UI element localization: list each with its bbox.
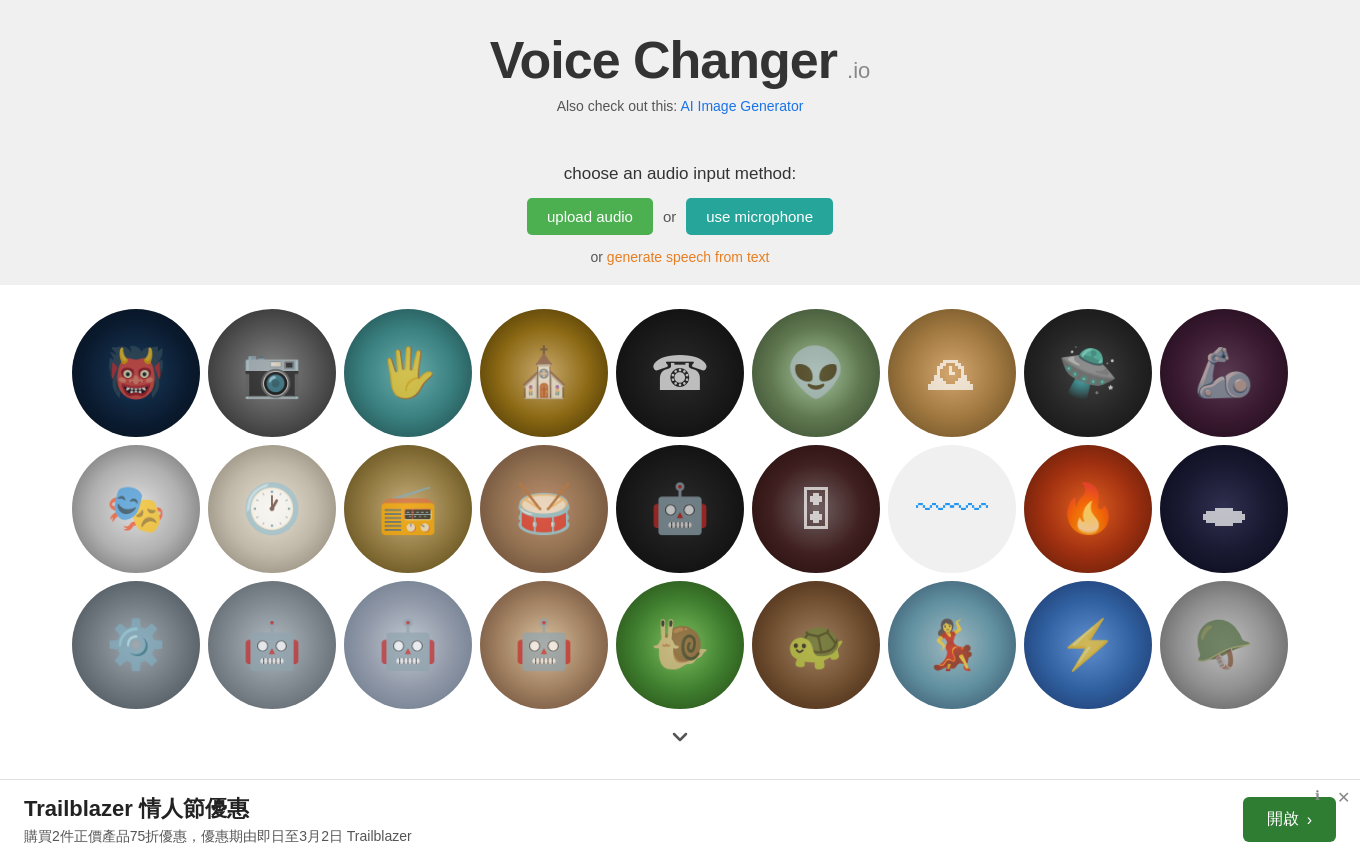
dark-alien-icon: 🛸 xyxy=(1024,309,1152,437)
voice-grid: 👹 📷 🖐 ⛪ ☎ 👽 🕰 🛸 🦾 🎭 🕐 📻 🥁 🤖 🎛 〰〰 🔥 🕳 ⚙️ … xyxy=(0,285,1360,785)
voice-circle-dark-alien[interactable]: 🛸 xyxy=(1024,309,1152,437)
cathedral-icon: ⛪ xyxy=(480,309,608,437)
or-text-1: or xyxy=(663,208,676,225)
small-robot-icon: ⚙️ xyxy=(72,581,200,709)
robot2-icon: 🤖 xyxy=(208,581,336,709)
voice-circle-dancer[interactable]: 💃 xyxy=(888,581,1016,709)
use-microphone-button[interactable]: use microphone xyxy=(686,198,833,235)
radio-icon: 📻 xyxy=(344,445,472,573)
snail-icon: 🐌 xyxy=(616,581,744,709)
subtitle-text: Also check out this: xyxy=(557,98,678,114)
voice-circle-anonymous[interactable]: 🎭 xyxy=(72,445,200,573)
site-title: Voice Changer xyxy=(490,31,837,89)
voice-circle-color-robot[interactable]: 🤖 xyxy=(480,581,608,709)
dancer-icon: 💃 xyxy=(888,581,1016,709)
voice-circle-snail[interactable]: 🐌 xyxy=(616,581,744,709)
ad-banner: Trailblazer 情人節優惠 購買2件正價產品75折優惠，優惠期由即日至3… xyxy=(0,779,1360,859)
voice-circle-cathedral[interactable]: ⛪ xyxy=(480,309,608,437)
voice-circle-toy-robot[interactable]: 🤖 xyxy=(344,581,472,709)
info-icon: ℹ xyxy=(1315,788,1320,803)
monster-icon: 👹 xyxy=(72,309,200,437)
voice-circle-alien[interactable]: 👽 xyxy=(752,309,880,437)
choose-label: choose an audio input method: xyxy=(20,164,1340,184)
color-robot-icon: 🤖 xyxy=(480,581,608,709)
title-container: Voice Changer .io xyxy=(20,30,1340,90)
voice-circle-monster[interactable]: 👹 xyxy=(72,309,200,437)
wave-icon: 〰〰 xyxy=(888,445,1016,573)
voice-circle-clock[interactable]: 🕐 xyxy=(208,445,336,573)
voice-circle-mixer[interactable]: 🎛 xyxy=(752,445,880,573)
generate-speech-link[interactable]: generate speech from text xyxy=(607,249,770,265)
voice-circle-sonic[interactable]: ⚡ xyxy=(1024,581,1152,709)
toy-robot-icon: 🤖 xyxy=(344,581,472,709)
ad-title: Trailblazer 情人節優惠 xyxy=(24,794,412,824)
subtitle-row: Also check out this: AI Image Generator xyxy=(20,98,1340,114)
close-icon: ✕ xyxy=(1337,789,1350,806)
input-method-section: choose an audio input method: upload aud… xyxy=(0,134,1360,285)
voice-circle-melting-clock[interactable]: 🕰 xyxy=(888,309,1016,437)
fire-eye-icon: 🔥 xyxy=(1024,445,1152,573)
voice-circle-robot-cam[interactable]: 📷 xyxy=(208,309,336,437)
voice-circle-dalek[interactable]: 🤖 xyxy=(616,445,744,573)
cyborg-icon: 🦾 xyxy=(1160,309,1288,437)
generate-link-row: or generate speech from text xyxy=(20,249,1340,265)
voice-row-1: 👹 📷 🖐 ⛪ ☎ 👽 🕰 🛸 🦾 xyxy=(20,309,1340,437)
ad-open-button[interactable]: 開啟 › xyxy=(1243,797,1336,842)
cave-icon: 🕳 xyxy=(1160,445,1288,573)
voice-circle-wave[interactable]: 〰〰 xyxy=(888,445,1016,573)
or-text-2: or xyxy=(591,249,603,265)
dalek-icon: 🤖 xyxy=(616,445,744,573)
voice-circle-fire-eye[interactable]: 🔥 xyxy=(1024,445,1152,573)
button-row: upload audio or use microphone xyxy=(20,198,1340,235)
scroll-down-button[interactable] xyxy=(20,717,1340,761)
clock-icon: 🕐 xyxy=(208,445,336,573)
voice-circle-cyborg[interactable]: 🦾 xyxy=(1160,309,1288,437)
header: Voice Changer .io Also check out this: A… xyxy=(0,0,1360,134)
soldier-icon: 🪖 xyxy=(1160,581,1288,709)
ai-image-generator-link[interactable]: AI Image Generator xyxy=(680,98,803,114)
ad-button-arrow-icon: › xyxy=(1307,811,1312,829)
voice-circle-small-robot[interactable]: ⚙️ xyxy=(72,581,200,709)
ad-info-button[interactable]: ℹ xyxy=(1315,788,1320,803)
anonymous-icon: 🎭 xyxy=(72,445,200,573)
telephone-icon: ☎ xyxy=(616,309,744,437)
upload-audio-button[interactable]: upload audio xyxy=(527,198,653,235)
ad-close-button[interactable]: ✕ xyxy=(1337,788,1350,807)
mixer-icon: 🎛 xyxy=(752,445,880,573)
voice-circle-soldier[interactable]: 🪖 xyxy=(1160,581,1288,709)
ad-subtitle: 購買2件正價產品75折優惠，優惠期由即日至3月2日 Trailblazer xyxy=(24,828,412,846)
site-subtitle: .io xyxy=(841,58,870,83)
alien-icon: 👽 xyxy=(752,309,880,437)
voice-circle-cymbal[interactable]: 🥁 xyxy=(480,445,608,573)
voice-circle-robot2[interactable]: 🤖 xyxy=(208,581,336,709)
sonic-icon: ⚡ xyxy=(1024,581,1152,709)
voice-circle-telephone[interactable]: ☎ xyxy=(616,309,744,437)
ad-left-content: Trailblazer 情人節優惠 購買2件正價產品75折優惠，優惠期由即日至3… xyxy=(24,794,412,846)
voice-circle-cave[interactable]: 🕳 xyxy=(1160,445,1288,573)
voice-circle-turtle[interactable]: 🐢 xyxy=(752,581,880,709)
ad-button-label: 開啟 xyxy=(1267,809,1299,830)
turtle-icon: 🐢 xyxy=(752,581,880,709)
robot-cam-icon: 📷 xyxy=(208,309,336,437)
cymbal-icon: 🥁 xyxy=(480,445,608,573)
voice-circle-radio[interactable]: 📻 xyxy=(344,445,472,573)
voice-circle-ghost[interactable]: 🖐 xyxy=(344,309,472,437)
melting-clock-icon: 🕰 xyxy=(888,309,1016,437)
voice-row-2: 🎭 🕐 📻 🥁 🤖 🎛 〰〰 🔥 🕳 xyxy=(20,445,1340,573)
ghost-icon: 🖐 xyxy=(344,309,472,437)
voice-row-3: ⚙️ 🤖 🤖 🤖 🐌 🐢 💃 ⚡ 🪖 xyxy=(20,581,1340,709)
